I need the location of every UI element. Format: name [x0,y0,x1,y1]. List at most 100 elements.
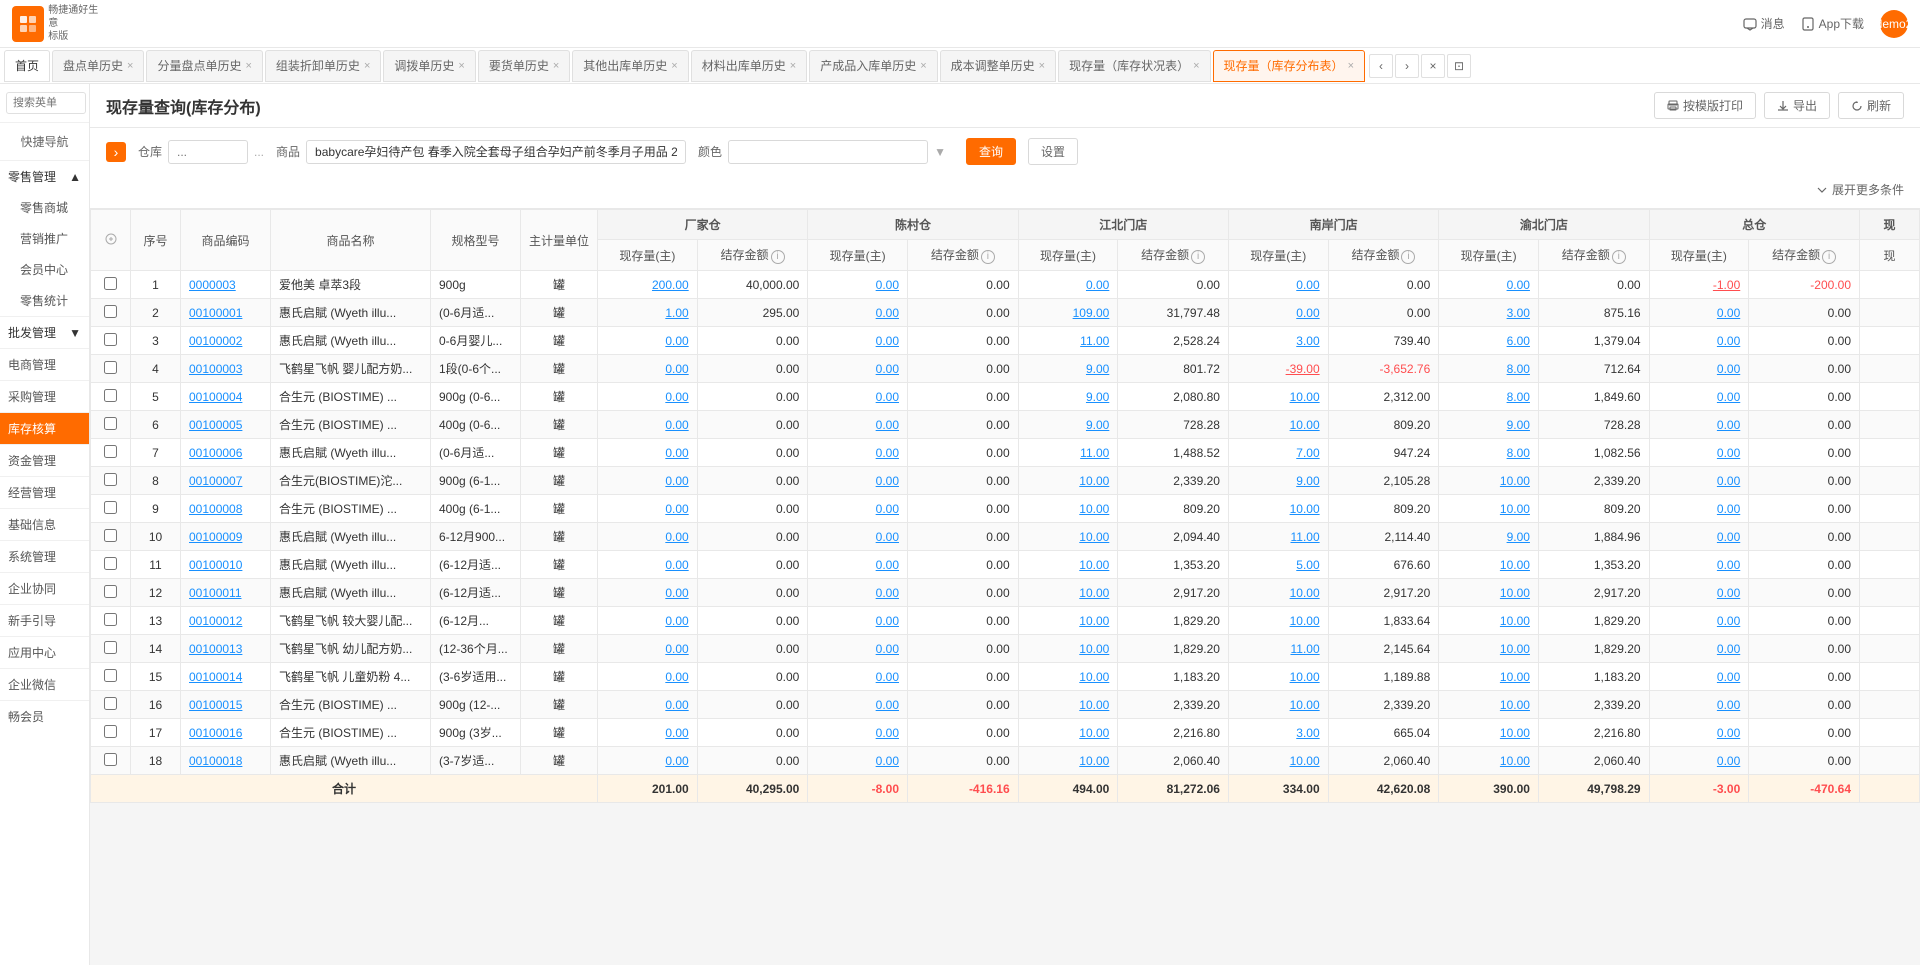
td-yuanbei-stock[interactable]: 10.00 [1439,635,1539,663]
td-code[interactable]: 00100014 [181,663,271,691]
jiangbei-amount-info-icon[interactable]: i [1191,250,1205,264]
td-jiangbei-stock[interactable]: 10.00 [1018,551,1118,579]
sidebar-item-retail-stat[interactable]: 零售统计 [12,285,89,316]
td-chenmen-stock[interactable]: 0.00 [808,663,908,691]
td-chenmen-stock[interactable]: 0.00 [808,691,908,719]
td-nanan-stock[interactable]: 10.00 [1228,663,1328,691]
td-nanan-stock[interactable]: 11.00 [1228,635,1328,663]
export-btn[interactable]: 导出 [1764,92,1830,119]
sidebar-item-purchase[interactable]: 采购管理 [0,381,89,413]
td-factory-stock[interactable]: 0.00 [598,691,698,719]
tab-close-cost-adjust[interactable]: × [1039,60,1045,72]
td-total-stock[interactable]: 0.00 [1649,439,1749,467]
sidebar-item-system[interactable]: 系统管理 [0,541,89,573]
td-code[interactable]: 00100001 [181,299,271,327]
factory-amount-info-icon[interactable]: i [771,250,785,264]
sidebar-item-new-guide[interactable]: 新手引导 [0,605,89,637]
td-checkbox[interactable] [91,579,131,607]
td-yuanbei-stock[interactable]: 3.00 [1439,299,1539,327]
td-nanan-stock[interactable]: 10.00 [1228,747,1328,775]
sidebar-item-member[interactable]: 会员中心 [12,254,89,285]
td-checkbox[interactable] [91,467,131,495]
td-checkbox[interactable] [91,719,131,747]
td-code[interactable]: 00100008 [181,495,271,523]
td-chenmen-stock[interactable]: 0.00 [808,299,908,327]
td-chenmen-stock[interactable]: 0.00 [808,271,908,299]
td-total-stock[interactable]: 0.00 [1649,467,1749,495]
warehouse-input[interactable] [168,140,248,164]
td-yuanbei-stock[interactable]: 10.00 [1439,579,1539,607]
tab-expand-btn[interactable]: ⊡ [1447,54,1471,78]
sidebar-item-vip[interactable]: 畅会员 [0,701,89,732]
sidebar-search-input[interactable] [6,92,86,114]
td-code[interactable]: 00100015 [181,691,271,719]
td-yuanbei-stock[interactable]: 10.00 [1439,747,1539,775]
td-total-stock[interactable]: 0.00 [1649,327,1749,355]
search-btn[interactable]: 查询 [966,138,1016,165]
tab-stocktake[interactable]: 盘点单历史× [52,50,144,82]
goods-input[interactable] [306,140,686,164]
td-jiangbei-stock[interactable]: 10.00 [1018,579,1118,607]
total-amount-info-icon[interactable]: i [1822,250,1836,264]
td-total-stock[interactable]: 0.00 [1649,355,1749,383]
tab-sub-stocktake[interactable]: 分量盘点单历史× [146,50,262,82]
td-checkbox[interactable] [91,439,131,467]
warehouse-more-btn[interactable]: ... [254,145,264,159]
td-code[interactable]: 00100010 [181,551,271,579]
td-jiangbei-stock[interactable]: 11.00 [1018,327,1118,355]
refresh-btn[interactable]: 刷新 [1838,92,1904,119]
app-download-btn[interactable]: App下载 [1801,15,1864,32]
td-code[interactable]: 00100004 [181,383,271,411]
td-jiangbei-stock[interactable]: 10.00 [1018,635,1118,663]
td-nanan-stock[interactable]: 10.00 [1228,579,1328,607]
td-factory-stock[interactable]: 0.00 [598,355,698,383]
user-section[interactable]: demo2 [1880,10,1908,38]
td-nanan-stock[interactable]: 10.00 [1228,691,1328,719]
td-checkbox[interactable] [91,747,131,775]
tab-close-sub-stocktake[interactable]: × [245,60,251,72]
td-code[interactable]: 0000003 [181,271,271,299]
td-jiangbei-stock[interactable]: 109.00 [1018,299,1118,327]
td-checkbox[interactable] [91,355,131,383]
td-nanan-stock[interactable]: 11.00 [1228,523,1328,551]
td-code[interactable]: 00100002 [181,327,271,355]
td-chenmen-stock[interactable]: 0.00 [808,383,908,411]
td-nanan-stock[interactable]: 0.00 [1228,299,1328,327]
td-factory-stock[interactable]: 1.00 [598,299,698,327]
td-code[interactable]: 00100013 [181,635,271,663]
td-factory-stock[interactable]: 0.00 [598,607,698,635]
td-nanan-stock[interactable]: 7.00 [1228,439,1328,467]
tab-close-product-in[interactable]: × [920,60,926,72]
color-dropdown-btn[interactable]: ▼ [934,145,946,159]
tab-next-btn[interactable]: › [1395,54,1419,78]
td-yuanbei-stock[interactable]: 10.00 [1439,719,1539,747]
td-factory-stock[interactable]: 0.00 [598,439,698,467]
td-jiangbei-stock[interactable]: 9.00 [1018,355,1118,383]
td-yuanbei-stock[interactable]: 10.00 [1439,495,1539,523]
td-checkbox[interactable] [91,635,131,663]
sidebar-item-basic[interactable]: 基础信息 [0,509,89,541]
td-total-stock[interactable]: 0.00 [1649,523,1749,551]
td-checkbox[interactable] [91,327,131,355]
td-nanan-stock[interactable]: -39.00 [1228,355,1328,383]
td-chenmen-stock[interactable]: 0.00 [808,719,908,747]
tab-close-stock-status[interactable]: × [1193,60,1199,72]
chenmen-amount-info-icon[interactable]: i [981,250,995,264]
sidebar-item-marketing[interactable]: 营销推广 [12,223,89,254]
td-jiangbei-stock[interactable]: 0.00 [1018,271,1118,299]
td-jiangbei-stock[interactable]: 10.00 [1018,467,1118,495]
expand-more-btn[interactable]: 展开更多条件 [1816,181,1904,198]
td-chenmen-stock[interactable]: 0.00 [808,523,908,551]
td-factory-stock[interactable]: 0.00 [598,523,698,551]
td-nanan-stock[interactable]: 3.00 [1228,327,1328,355]
setting-btn[interactable]: 设置 [1028,138,1078,165]
td-total-stock[interactable]: 0.00 [1649,551,1749,579]
td-factory-stock[interactable]: 0.00 [598,495,698,523]
search-toggle-btn[interactable]: › [106,142,126,162]
td-total-stock[interactable]: 0.00 [1649,635,1749,663]
td-code[interactable]: 00100012 [181,607,271,635]
tab-cost-adjust[interactable]: 成本调整单历史× [940,50,1056,82]
td-nanan-stock[interactable]: 9.00 [1228,467,1328,495]
td-checkbox[interactable] [91,523,131,551]
sidebar-item-retail-mgmt[interactable]: 零售管理▲ [0,161,89,192]
